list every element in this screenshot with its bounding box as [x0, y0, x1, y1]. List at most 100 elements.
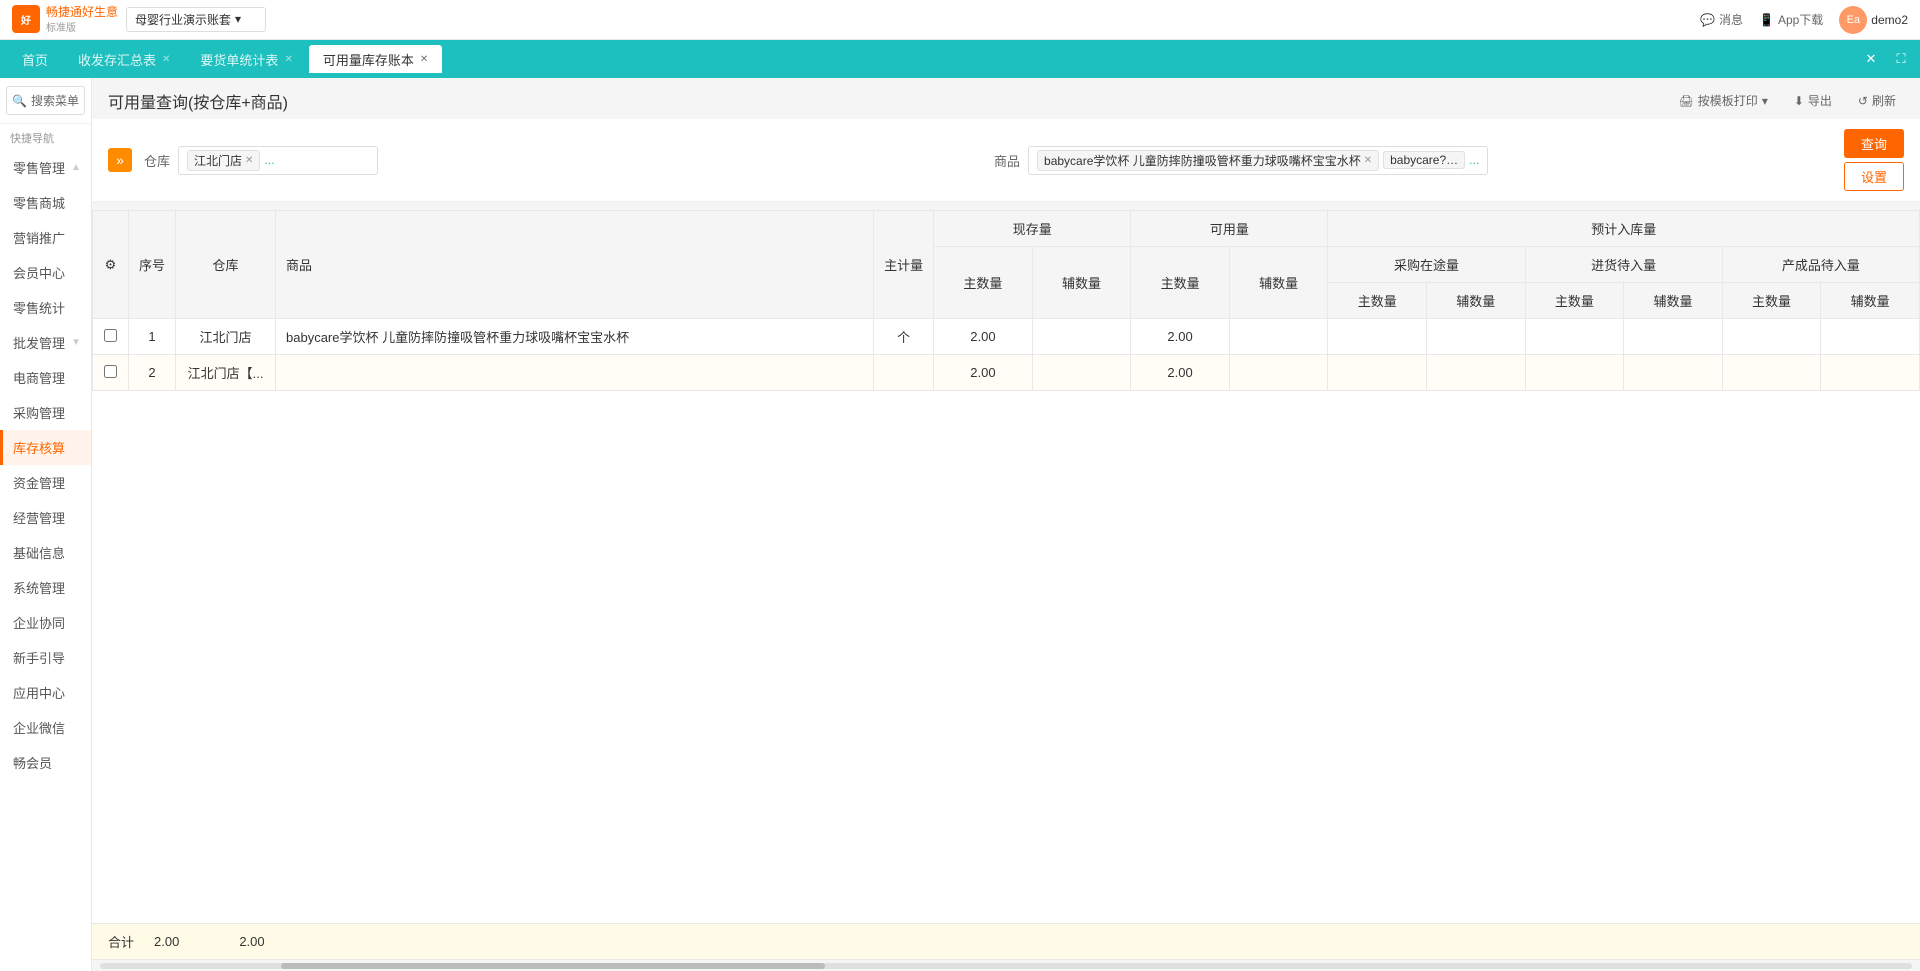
row1-checkbox[interactable]	[93, 319, 129, 355]
message-label: 消息	[1719, 11, 1743, 28]
sidebar-item-wholesale-mgmt[interactable]: 批发管理 ▼	[0, 325, 91, 360]
expand-icon-wholesale-mgmt: ▼	[71, 337, 81, 348]
tab-fullscreen-btn[interactable]: ⛶	[1890, 48, 1912, 70]
product-tag1-close[interactable]: ✕	[1364, 155, 1372, 166]
th-avail-aux: 辅数量	[1229, 247, 1328, 319]
sidebar-item-enterprise-wechat[interactable]: 企业微信	[0, 710, 91, 745]
row1-check[interactable]	[104, 329, 117, 342]
tab-bar-actions: ✕ ⛶	[1860, 48, 1912, 70]
sidebar-item-member-center[interactable]: 会员中心	[0, 255, 91, 290]
refresh-btn[interactable]: ↺ 刷新	[1850, 88, 1904, 113]
sidebar-item-member-benefits[interactable]: 畅会员	[0, 745, 91, 780]
product-tag1-value: babycare学饮杯 儿童防摔防撞吸管杯重力球吸嘴杯宝宝水杯	[1044, 152, 1361, 169]
refresh-label: 刷新	[1872, 92, 1896, 109]
print-template-btn[interactable]: 🖨 按模板打印 ▾	[1671, 88, 1776, 113]
row2-checkbox[interactable]	[93, 355, 129, 391]
page-title: 可用量查询(按仓库+商品)	[108, 89, 288, 113]
row1-avail-main: 2.00	[1131, 319, 1230, 355]
row2-check[interactable]	[104, 365, 117, 378]
row2-ip-main	[1525, 355, 1624, 391]
sidebar-item-finance-mgmt-label: 资金管理	[13, 473, 65, 492]
app-icon: 📱	[1759, 13, 1774, 27]
product-tag1: babycare学饮杯 儿童防摔防撞吸管杯重力球吸嘴杯宝宝水杯 ✕	[1037, 150, 1379, 171]
th-fp-aux: 辅数量	[1821, 283, 1920, 319]
sidebar-item-marketing[interactable]: 营销推广	[0, 220, 91, 255]
warehouse-tag-close[interactable]: ✕	[245, 155, 253, 166]
tab-available-stock-close[interactable]: ✕	[420, 54, 428, 65]
export-btn[interactable]: ⬇ 导出	[1786, 88, 1840, 113]
table-wrapper: ⚙ 序号 仓库 商品 主计量 现存量 可用量 预计入库量 主数量 辅数量 主数量…	[92, 210, 1920, 923]
sidebar-item-purchase-mgmt-label: 采购管理	[13, 403, 65, 422]
tab-receipt-summary-close[interactable]: ✕	[162, 54, 170, 65]
main-layout: 🔍 搜索菜单 快捷导航 零售管理 ▲ 零售商城 营销推广 会员中心 零售统计 批…	[0, 78, 1920, 971]
sidebar-item-retail-stats[interactable]: 零售统计	[0, 290, 91, 325]
tab-order-stats[interactable]: 要货单统计表 ✕	[186, 45, 306, 73]
scrollbar-thumb[interactable]	[281, 963, 825, 969]
sidebar-item-purchase-mgmt[interactable]: 采购管理	[0, 395, 91, 430]
warehouse-label: 仓库	[144, 151, 170, 170]
th-settings[interactable]: ⚙	[93, 211, 129, 319]
user-area[interactable]: Ea demo2	[1839, 6, 1908, 34]
tab-available-stock[interactable]: 可用量库存账本 ✕	[309, 45, 442, 73]
warehouse-more[interactable]: ...	[264, 153, 274, 167]
sidebar-item-retail-mgmt-label: 零售管理	[13, 158, 65, 177]
sidebar-item-sys-mgmt[interactable]: 系统管理	[0, 570, 91, 605]
row1-num: 1	[129, 319, 176, 355]
th-stock-main: 主数量	[934, 247, 1033, 319]
tab-close-all-btn[interactable]: ✕	[1860, 48, 1882, 70]
tab-order-stats-close[interactable]: ✕	[284, 54, 292, 65]
sidebar-search-btn[interactable]: 🔍 搜索菜单	[6, 86, 85, 115]
product-input[interactable]: babycare学饮杯 儿童防摔防撞吸管杯重力球吸嘴杯宝宝水杯 ✕ babyca…	[1028, 146, 1488, 175]
app-download-label: App下载	[1778, 11, 1823, 28]
setting-btn[interactable]: 设置	[1844, 162, 1904, 191]
sidebar-item-retail-mgmt[interactable]: 零售管理 ▲	[0, 150, 91, 185]
product-more[interactable]: ...	[1469, 153, 1479, 167]
export-icon: ⬇	[1794, 94, 1804, 108]
row1-ip-main	[1525, 319, 1624, 355]
sidebar-item-basic-info[interactable]: 基础信息	[0, 535, 91, 570]
scrollbar-track[interactable]	[100, 963, 1912, 969]
row2-fp-aux	[1821, 355, 1920, 391]
sidebar-item-enterprise-collab[interactable]: 企业协同	[0, 605, 91, 640]
row2-fp-main	[1722, 355, 1821, 391]
page-header: 可用量查询(按仓库+商品) 🖨 按模板打印 ▾ ⬇ 导出 ↺ 刷新	[92, 78, 1920, 119]
sidebar-item-wholesale-mgmt-label: 批发管理	[13, 333, 65, 352]
th-planned-in: 预计入库量	[1328, 211, 1920, 247]
sidebar-item-member-benefits-label: 畅会员	[13, 753, 52, 772]
avatar: Ea	[1839, 6, 1867, 34]
row1-product: babycare学饮杯 儿童防摔防撞吸管杯重力球吸嘴杯宝宝水杯	[276, 319, 874, 355]
top-bar-left: 好 畅捷通好生意 标准版 母婴行业演示账套 ▾	[12, 5, 266, 34]
row1-unit: 个	[874, 319, 934, 355]
expand-icon-retail-mgmt: ▲	[71, 162, 81, 173]
sidebar-item-finance-mgmt[interactable]: 资金管理	[0, 465, 91, 500]
industry-label: 母婴行业演示账套	[135, 11, 231, 28]
sidebar-item-app-center[interactable]: 应用中心	[0, 675, 91, 710]
th-unit: 主计量	[874, 211, 934, 319]
industry-select[interactable]: 母婴行业演示账套 ▾	[126, 7, 266, 32]
sidebar-item-ops-mgmt[interactable]: 经营管理	[0, 500, 91, 535]
table-row: 1 江北门店 babycare学饮杯 儿童防摔防撞吸管杯重力球吸嘴杯宝宝水杯 个…	[93, 319, 1920, 355]
sidebar-item-retail-mall[interactable]: 零售商城	[0, 185, 91, 220]
search-icon: 🔍	[12, 94, 27, 108]
th-warehouse: 仓库	[176, 211, 276, 319]
tab-home[interactable]: 首页	[8, 45, 62, 73]
warehouse-input[interactable]: 江北门店 ✕ ...	[178, 146, 378, 175]
message-btn[interactable]: 💬 消息	[1700, 11, 1743, 28]
sidebar-item-inventory-mgmt[interactable]: 库存核算	[0, 430, 91, 465]
top-bar: 好 畅捷通好生意 标准版 母婴行业演示账套 ▾ 💬 消息 📱 App下载 Ea …	[0, 0, 1920, 40]
product-tag2-value: babycare?…	[1390, 153, 1458, 167]
sidebar-item-new-guide[interactable]: 新手引导	[0, 640, 91, 675]
app-download-btn[interactable]: 📱 App下载	[1759, 11, 1823, 28]
sidebar-item-ecommerce-mgmt[interactable]: 电商管理	[0, 360, 91, 395]
data-table: ⚙ 序号 仓库 商品 主计量 现存量 可用量 预计入库量 主数量 辅数量 主数量…	[92, 210, 1920, 391]
sidebar-item-enterprise-collab-label: 企业协同	[13, 613, 65, 632]
query-btn[interactable]: 查询	[1844, 129, 1904, 158]
filter-area: » 仓库 江北门店 ✕ ... 商品 babycare学饮杯 儿童防摔防撞吸管杯…	[92, 119, 1920, 202]
filter-toggle-btn[interactable]: »	[108, 148, 132, 172]
row2-product	[276, 355, 874, 391]
filter-toggle-icon: »	[116, 152, 124, 168]
th-stock-aux: 辅数量	[1032, 247, 1131, 319]
logo-area: 好 畅捷通好生意 标准版	[12, 5, 118, 34]
row2-ip-aux	[1624, 355, 1723, 391]
tab-receipt-summary[interactable]: 收发存汇总表 ✕	[64, 45, 184, 73]
